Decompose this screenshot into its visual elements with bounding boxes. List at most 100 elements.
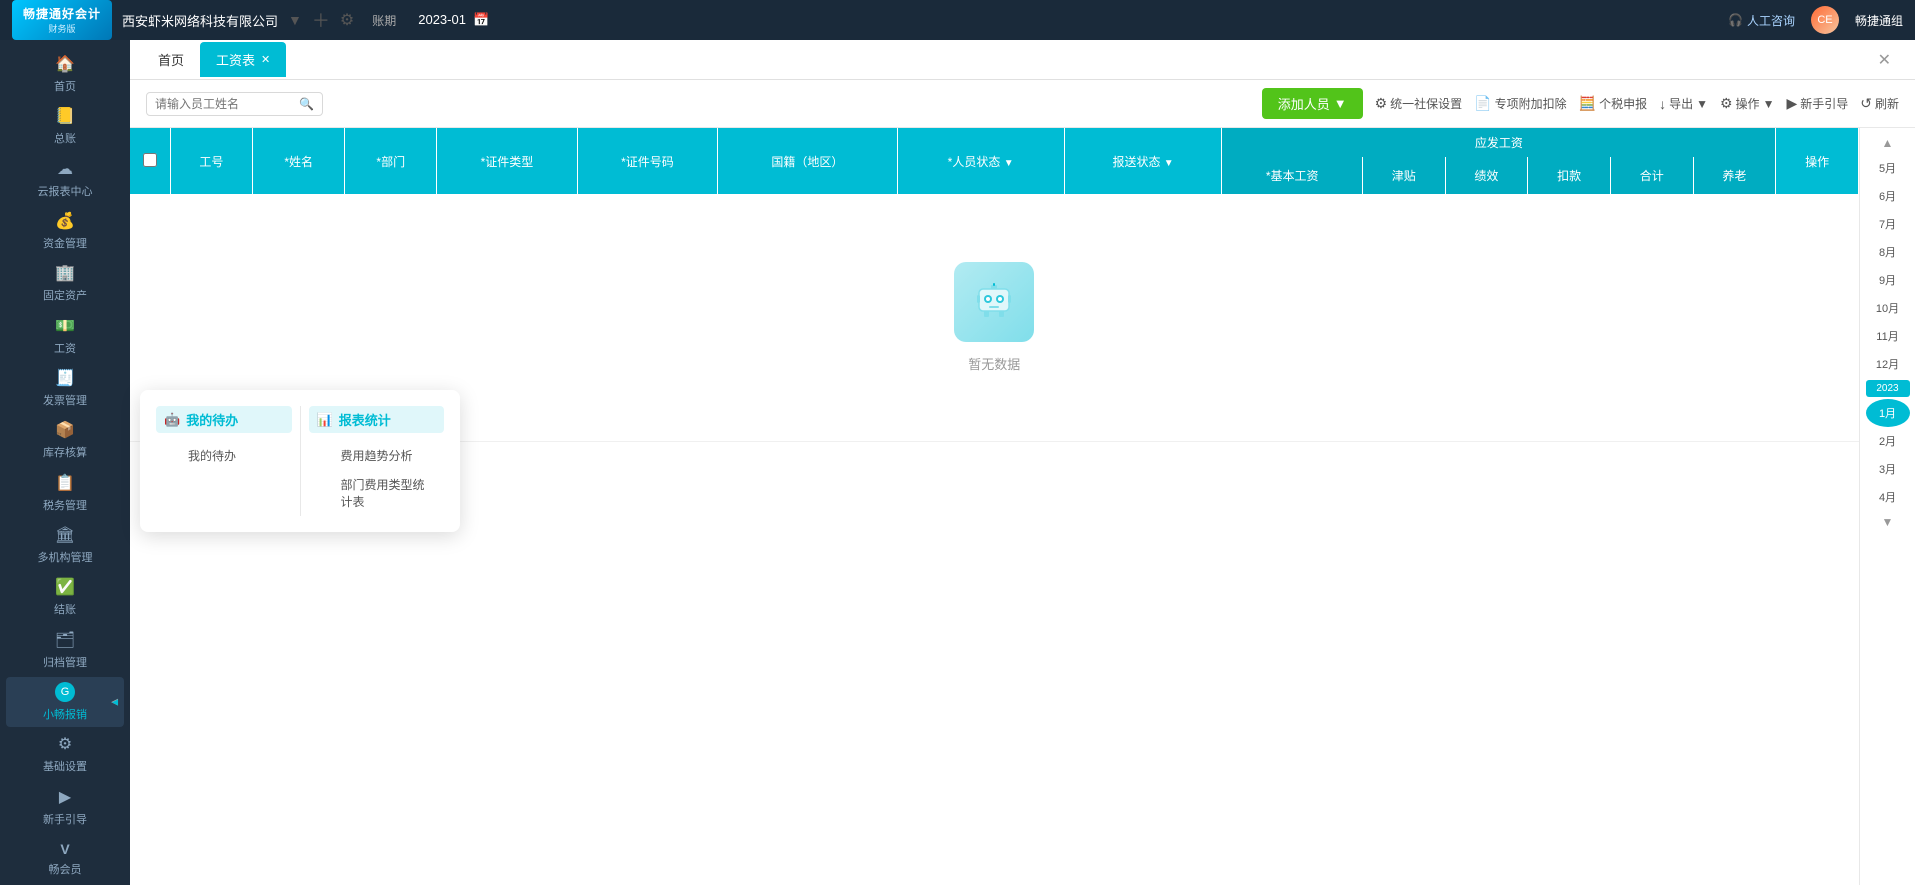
new-guide-action[interactable]: ▶ 新手引导 — [1786, 95, 1848, 112]
empty-illustration — [954, 262, 1034, 342]
special-deduction-action[interactable]: 📄 专项附加扣除 — [1474, 95, 1566, 112]
col-job-num: 工号 — [170, 128, 253, 194]
report-icon: 📊 — [317, 412, 333, 428]
logo-title: 畅捷通好会计 — [23, 5, 101, 22]
date-month-4[interactable]: 4月 — [1866, 483, 1910, 511]
popup-section1-title[interactable]: 🤖 我的待办 — [156, 406, 292, 433]
company-name[interactable]: 西安虾米网络科技有限公司 — [122, 11, 278, 30]
robot-svg — [969, 277, 1019, 327]
popup-item-trend[interactable]: 费用趋势分析 — [309, 441, 445, 470]
popup-section2-title[interactable]: 📊 报表统计 — [309, 406, 445, 433]
add-person-button[interactable]: 添加人员 ▼ — [1262, 88, 1363, 119]
date-month-12[interactable]: 12月 — [1866, 350, 1910, 378]
filter-icon[interactable]: ▼ — [1004, 158, 1014, 169]
date-month-10[interactable]: 10月 — [1866, 294, 1910, 322]
sidebar-item-ledger[interactable]: 📒 总账 — [6, 101, 124, 151]
archive-icon: 🗂 — [55, 630, 75, 650]
date-month-9[interactable]: 9月 — [1866, 266, 1910, 294]
sidebar-item-multi-org[interactable]: 🏛 多机构管理 — [6, 520, 124, 570]
tab-home[interactable]: 首页 — [142, 42, 200, 77]
refresh-action[interactable]: ↺ 刷新 — [1860, 95, 1899, 112]
select-all-checkbox[interactable] — [143, 153, 157, 167]
basic-icon: ⚙ — [58, 734, 72, 754]
date-month-3[interactable]: 3月 — [1866, 455, 1910, 483]
sidebar-item-fixed-assets[interactable]: 🏢 固定资产 — [6, 258, 124, 308]
operation-action[interactable]: ⚙ 操作 ▼ — [1720, 95, 1774, 112]
col-allowance: 津贴 — [1362, 157, 1445, 194]
col-cert-type: *证件类型 — [437, 128, 577, 194]
date-up-chevron[interactable]: ▲ — [1878, 132, 1898, 154]
inventory-icon: 📦 — [55, 420, 75, 440]
popup-item-todo[interactable]: 我的待办 — [156, 441, 292, 470]
col-total: 合计 — [1610, 157, 1693, 194]
add-icon[interactable]: ＋ — [312, 7, 330, 33]
date-down-chevron[interactable]: ▼ — [1878, 511, 1898, 533]
popup-left: 🤖 我的待办 我的待办 — [156, 406, 292, 516]
popup-item-dept-stats[interactable]: 部门费用类型统计表 — [309, 470, 445, 516]
settle-icon: ✅ — [55, 577, 75, 597]
col-bonus: 绩效 — [1445, 157, 1528, 194]
date-year-2023[interactable]: 2023 — [1866, 380, 1910, 397]
date-month-7[interactable]: 7月 — [1866, 210, 1910, 238]
expense-popup: 🤖 我的待办 我的待办 📊 报表统计 费用趋势分析 部门费用类型统计表 — [140, 390, 460, 532]
date-month-6[interactable]: 6月 — [1866, 182, 1910, 210]
salary-icon: 💵 — [55, 316, 75, 336]
expense-icon: G — [55, 682, 75, 702]
date-month-11[interactable]: 11月 — [1866, 322, 1910, 350]
col-cert-no: *证件号码 — [577, 128, 717, 194]
col-dept: *部门 — [345, 128, 437, 194]
guide-toolbar-icon: ▶ — [1786, 95, 1797, 112]
operation-icon: ⚙ — [1720, 95, 1733, 112]
export-action[interactable]: ↓ 导出 ▼ — [1659, 95, 1708, 112]
sidebar-item-new-guide[interactable]: ▶ 新手引导 — [6, 781, 124, 831]
date-month-2[interactable]: 2月 — [1866, 427, 1910, 455]
sidebar-item-inventory[interactable]: 📦 库存核算 — [6, 415, 124, 465]
sidebar-item-fund[interactable]: 💰 资金管理 — [6, 206, 124, 256]
sidebar-item-cloud-report[interactable]: ☁ 云报表中心 — [6, 154, 124, 204]
sidebar-item-archive[interactable]: 🗂 归档管理 — [6, 624, 124, 674]
add-btn-arrow: ▼ — [1334, 96, 1347, 111]
tab-close-btn[interactable]: ✕ — [261, 53, 270, 66]
personal-tax-action[interactable]: 🧮 个税申报 — [1579, 95, 1647, 112]
sidebar-item-invoice[interactable]: 🧾 发票管理 — [6, 363, 124, 413]
refresh-icon: ↺ — [1860, 95, 1872, 112]
settings-icon[interactable]: ⚙ — [340, 10, 354, 30]
popup-content: 🤖 我的待办 我的待办 📊 报表统计 费用趋势分析 部门费用类型统计表 — [156, 406, 444, 516]
report-filter-icon[interactable]: ▼ — [1164, 158, 1174, 169]
col-person-status: *人员状态 ▼ — [897, 128, 1064, 194]
search-icon[interactable]: 🔍 — [299, 97, 314, 111]
dropdown-arrow[interactable]: ▼ — [288, 12, 302, 28]
sidebar-item-tax[interactable]: 📋 税务管理 — [6, 468, 124, 518]
sidebar-item-salary[interactable]: 💵 工资 — [6, 311, 124, 361]
social-insurance-action[interactable]: ⚙ 统一社保设置 — [1375, 95, 1463, 112]
top-bar: 畅捷通好会计 财务版 西安虾米网络科技有限公司 ▼ ＋ ⚙ 账期 2023-01… — [0, 0, 1915, 40]
headset-icon: 🎧 — [1728, 13, 1743, 27]
sidebar-item-settle[interactable]: ✅ 结账 — [6, 572, 124, 622]
home-icon: 🏠 — [55, 54, 75, 74]
sidebar-item-basic[interactable]: ⚙ 基础设置 — [6, 729, 124, 779]
op-arrow-icon: ▼ — [1763, 97, 1775, 111]
col-report-status: 报送状态 ▼ — [1064, 128, 1222, 194]
sidebar-item-member[interactable]: V 畅会员 — [6, 834, 124, 884]
sidebar-item-expense[interactable]: G 小畅报销 ◀ — [6, 677, 124, 727]
sidebar-item-home[interactable]: 🏠 首页 — [6, 49, 124, 99]
special-deduction-icon: 📄 — [1474, 95, 1491, 112]
search-input[interactable] — [155, 97, 295, 111]
guide-icon: ▶ — [59, 787, 71, 807]
sidebar-arrow-icon: ◀ — [111, 696, 118, 707]
panel-close-button[interactable]: ✕ — [1866, 46, 1903, 74]
tab-salary[interactable]: 工资表 ✕ — [200, 42, 286, 77]
support-button[interactable]: 🎧 人工咨询 — [1728, 12, 1795, 29]
popup-divider — [300, 406, 301, 516]
fixed-assets-icon: 🏢 — [55, 263, 75, 283]
todo-icon: 🤖 — [164, 412, 180, 428]
date-month-5[interactable]: 5月 — [1866, 154, 1910, 182]
col-name: *姓名 — [253, 128, 345, 194]
calendar-icon[interactable]: 📅 — [473, 12, 489, 27]
date-month-1[interactable]: 1月 — [1866, 399, 1910, 427]
date-month-8[interactable]: 8月 — [1866, 238, 1910, 266]
cloud-icon: ☁ — [57, 159, 73, 179]
col-deduction: 扣款 — [1528, 157, 1611, 194]
social-insurance-icon: ⚙ — [1375, 95, 1388, 112]
export-icon: ↓ — [1659, 96, 1666, 112]
